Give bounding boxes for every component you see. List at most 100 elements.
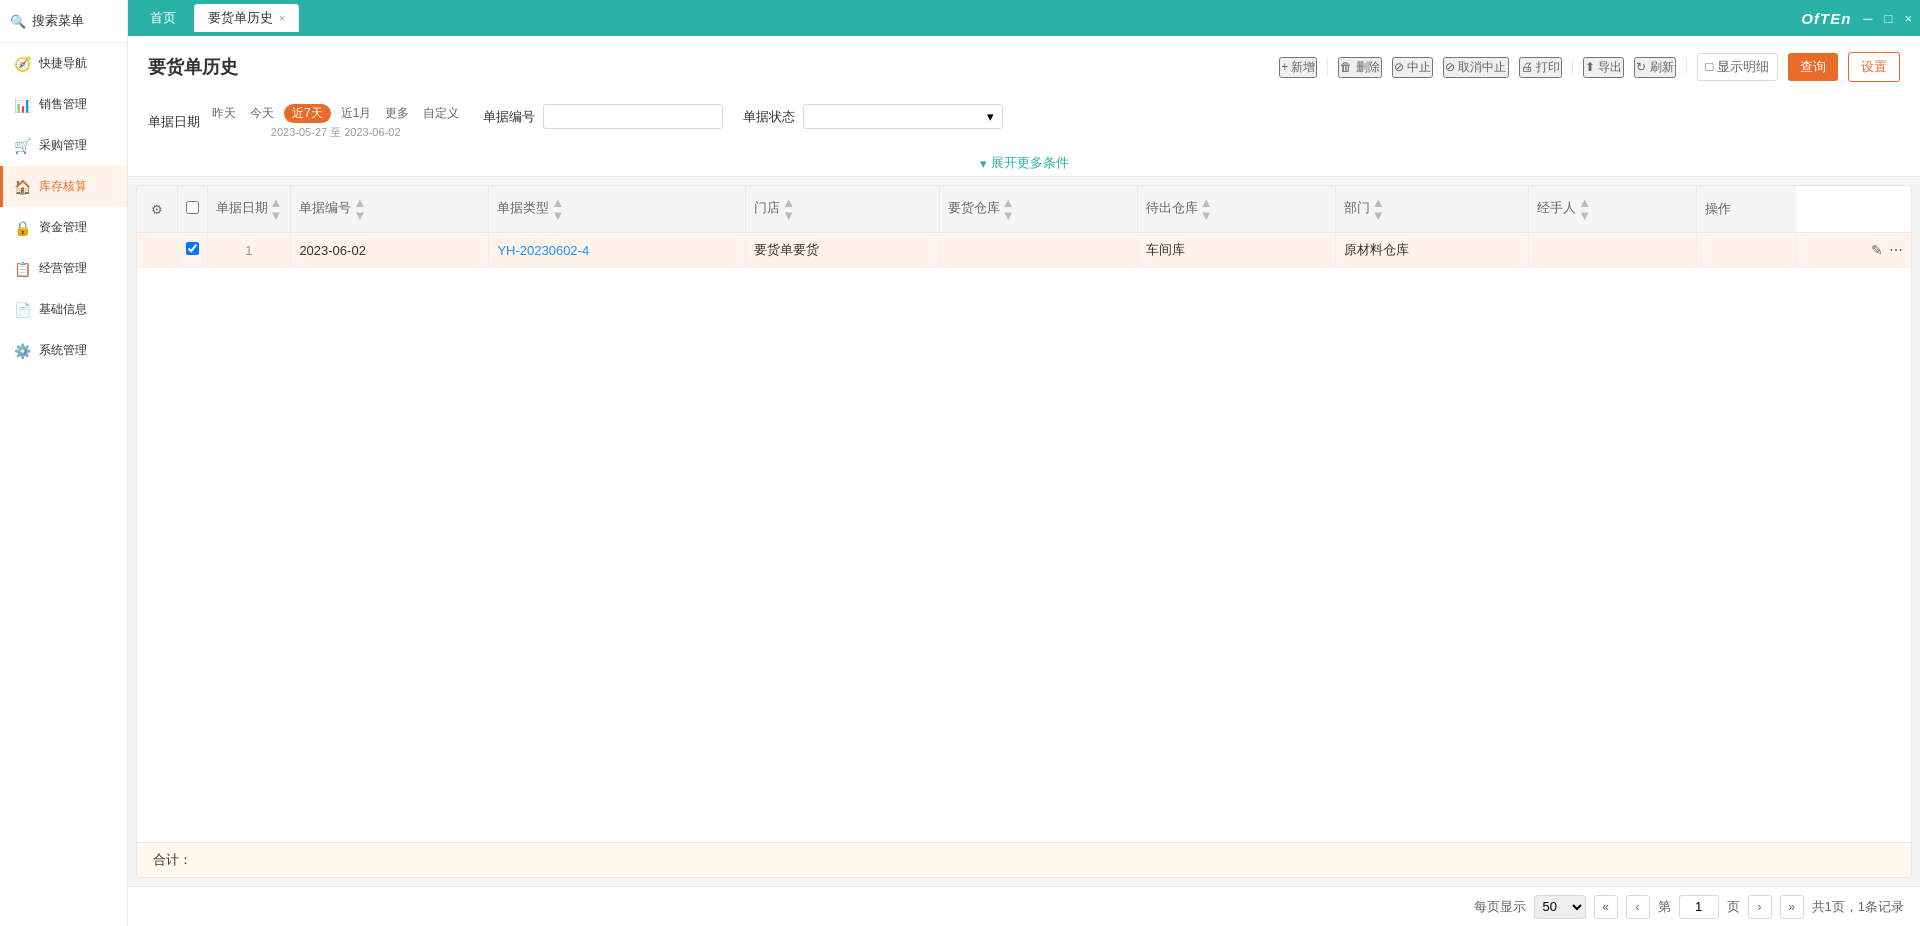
query-button[interactable]: 查询 <box>1788 53 1838 81</box>
print-button[interactable]: 🖨 打印 <box>1519 57 1562 78</box>
basic-info-icon: 📄 <box>13 302 31 318</box>
window-minimize-btn[interactable]: ─ <box>1863 11 1872 26</box>
sidebar-item-quick-nav[interactable]: 🧭 快捷导航 <box>0 43 127 84</box>
sidebar-item-finance[interactable]: 🔒 资金管理 <box>0 207 127 248</box>
date-shortcut-7days[interactable]: 近7天 <box>284 104 331 123</box>
page-size-label: 每页显示 <box>1474 898 1526 916</box>
order-no-link[interactable]: YH-20230602-4 <box>497 243 589 258</box>
row-edit-icon[interactable]: ✎ <box>1871 242 1883 258</box>
row-department <box>1529 233 1696 268</box>
page-title-row: 要货单历史 + 新增 🗑 删除 ⊘ 中止 ⊘ 取消中止 🖨 打印 ⬆ 导出 ↻ … <box>148 52 1900 82</box>
last-page-btn[interactable]: » <box>1780 895 1804 919</box>
row-checkbox[interactable] <box>186 242 199 255</box>
table-footer-summary: 合计： <box>137 842 1911 877</box>
col-header-req_warehouse[interactable]: 要货仓库▲▼ <box>939 186 1137 233</box>
sidebar-item-purchase[interactable]: 🛒采购管理 <box>0 125 127 166</box>
row-handler <box>1696 233 1796 268</box>
status-filter-group: 单据状态 ▾ <box>743 104 1003 129</box>
display-cell-button[interactable]: □ 显示明细 <box>1697 53 1778 81</box>
col-header-pending_warehouse[interactable]: 待出仓库▲▼ <box>1137 186 1335 233</box>
finance-icon: 🔒 <box>13 220 31 236</box>
filter-row: 单据日期 昨天今天近7天近1月更多自定义 2023-05-27 至 2023-0… <box>148 94 1900 150</box>
row-pending-warehouse: 原材料仓库 <box>1335 233 1529 268</box>
stop-button[interactable]: ⊘ 中止 <box>1392 57 1433 78</box>
date-shortcut-1month[interactable]: 近1月 <box>337 104 376 123</box>
sidebar-label-sales: 销售管理 <box>39 96 87 113</box>
display-cell-label: □ 显示明细 <box>1706 58 1769 76</box>
sidebar-item-basic-info[interactable]: 📄基础信息 <box>0 289 127 330</box>
first-page-btn[interactable]: « <box>1594 895 1618 919</box>
col-header-store[interactable]: 门店▲▼ <box>746 186 940 233</box>
sidebar-label-operations: 经营管理 <box>39 260 87 277</box>
sidebar-item-sales[interactable]: 📊 销售管理 <box>0 84 127 125</box>
row-order-no: YH-20230602-4 <box>489 233 746 268</box>
expand-more-btn[interactable]: ▾ 展开更多条件 <box>148 150 1900 176</box>
date-shortcut-yesterday[interactable]: 昨天 <box>208 104 240 123</box>
col-header-date[interactable]: 单据日期▲▼ <box>207 186 291 233</box>
col-header-order_no[interactable]: 单据编号▲▼ <box>291 186 489 233</box>
date-shortcut-more[interactable]: 更多 <box>381 104 413 123</box>
date-range-text: 2023-05-27 至 2023-06-02 <box>271 125 401 140</box>
sidebar-search[interactable]: 🔍 搜索菜单 <box>0 0 127 43</box>
page-input[interactable]: 1 <box>1679 895 1719 919</box>
sidebar-search-label: 搜索菜单 <box>32 12 84 30</box>
toolbar-divider-2 <box>1572 59 1573 75</box>
col-header-type[interactable]: 单据类型▲▼ <box>489 186 746 233</box>
pagination-bar: 每页显示 102050100 « ‹ 第 1 页 › » 共1页，1条记录 <box>128 886 1920 926</box>
main-area: 首页 要货单历史 × OfTEn ─ □ × 要货单历史 + 新增 🗑 删除 ⊘… <box>128 0 1920 926</box>
total-info: 共1页，1条记录 <box>1812 898 1904 916</box>
settings-button[interactable]: 设置 <box>1848 52 1900 82</box>
table-area: ⚙ 单据日期▲▼单据编号▲▼单据类型▲▼门店▲▼要货仓库▲▼待出仓库▲▼部门▲▼经… <box>136 185 1912 878</box>
tab-order-history[interactable]: 要货单历史 × <box>194 4 299 32</box>
sidebar-label-purchase: 采购管理 <box>39 137 87 154</box>
row-num: 1 <box>207 233 291 268</box>
sidebar-label-quick-nav: 快捷导航 <box>39 55 87 72</box>
page-size-select[interactable]: 102050100 <box>1534 895 1586 919</box>
next-page-btn[interactable]: › <box>1748 895 1772 919</box>
row-type: 要货单要货 <box>746 233 940 268</box>
search-icon: 🔍 <box>10 14 26 29</box>
page-label: 页 <box>1727 898 1740 916</box>
sidebar-item-system[interactable]: ⚙️ 系统管理 <box>0 330 127 371</box>
table-body: 1 2023-06-02 YH-20230602-4 要货单要货 车间库 原材料… <box>137 233 1911 268</box>
page-title: 要货单历史 <box>148 55 238 79</box>
col-header-action: 操作 <box>1696 186 1796 233</box>
sidebar-item-operations[interactable]: 📋 经营管理 <box>0 248 127 289</box>
sidebar-label-system: 系统管理 <box>39 342 87 359</box>
quick-nav-icon: 🧭 <box>13 56 31 72</box>
system-icon: ⚙️ <box>13 343 31 359</box>
sidebar-label-inventory: 库存核算 <box>39 178 87 195</box>
row-actions: ✎ ⋯ <box>1796 233 1911 268</box>
tab-home[interactable]: 首页 <box>136 4 190 32</box>
export-button[interactable]: ⬆ 导出 <box>1583 57 1624 78</box>
date-shortcuts: 昨天今天近7天近1月更多自定义 <box>208 104 463 123</box>
sidebar: 🔍 搜索菜单 🧭 快捷导航 📊 销售管理 🛒采购管理🏠库存核算 🔒 资金管理 📋 经营管理 📄基础… <box>0 0 128 926</box>
settings-col-icon[interactable]: ⚙ <box>151 202 163 217</box>
delete-button[interactable]: 🗑 删除 <box>1338 57 1381 78</box>
col-header-handler[interactable]: 经手人▲▼ <box>1529 186 1696 233</box>
prev-page-btn[interactable]: ‹ <box>1626 895 1650 919</box>
sidebar-item-inventory[interactable]: 🏠库存核算 <box>0 166 127 207</box>
tab-close-icon[interactable]: × <box>279 12 285 24</box>
window-maximize-btn[interactable]: □ <box>1885 11 1893 26</box>
refresh-button[interactable]: ↻ 刷新 <box>1634 57 1675 78</box>
page-label-before: 第 <box>1658 898 1671 916</box>
operations-icon: 📋 <box>13 261 31 277</box>
status-select[interactable]: ▾ <box>803 104 1003 129</box>
row-checkbox-cell[interactable] <box>177 233 207 268</box>
status-label: 单据状态 <box>743 108 795 126</box>
col-header-department[interactable]: 部门▲▼ <box>1335 186 1529 233</box>
topbar-right: OfTEn ─ □ × <box>1801 10 1912 27</box>
date-shortcut-today[interactable]: 今天 <box>246 104 278 123</box>
window-close-btn[interactable]: × <box>1904 11 1912 26</box>
new-button[interactable]: + 新增 <box>1279 57 1317 78</box>
date-shortcut-custom[interactable]: 自定义 <box>419 104 463 123</box>
order-no-filter-group: 单据编号 <box>483 104 723 129</box>
sales-icon: 📊 <box>13 97 31 113</box>
select-all-checkbox[interactable] <box>186 201 199 214</box>
order-no-input[interactable] <box>543 104 723 129</box>
cancel-stop-button[interactable]: ⊘ 取消中止 <box>1443 57 1508 78</box>
toolbar-divider-3 <box>1686 59 1687 75</box>
row-more-icon[interactable]: ⋯ <box>1889 242 1903 258</box>
sidebar-label-finance: 资金管理 <box>39 219 87 236</box>
